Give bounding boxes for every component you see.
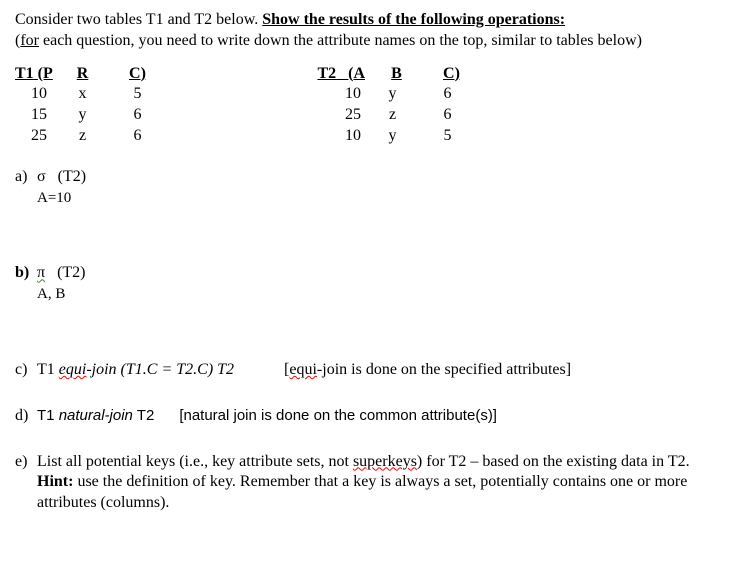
qe-p1: List all potential keys (i.e., key attri… (37, 453, 353, 470)
table-row: 25 z 6 (15, 126, 165, 147)
qb-label: b) (15, 263, 37, 284)
t2-r0c0: 10 (295, 84, 365, 105)
intro-text-2c: each question, you need to write down th… (39, 32, 642, 49)
qc-join: -join (T1.C = T2.C) T2 (86, 361, 234, 378)
question-c: c)T1 equi-join (T1.C = T2.C) T2[equi-joi… (15, 360, 737, 381)
table-t1: T1 (P R C) 10 x 5 15 y 6 25 z 6 (15, 64, 165, 147)
question-a: a) σ (T2) A=10 (15, 167, 737, 209)
intro-text-1a: Consider two tables T1 and T2 below. (15, 11, 262, 28)
t1-r0c2: 5 (110, 84, 165, 105)
intro-line-1: Consider two tables T1 and T2 below. Sho… (15, 10, 737, 31)
t2-h1: B (369, 64, 424, 85)
qc-body: T1 equi-join (T1.C = T2.C) T2 (37, 361, 234, 378)
qc-equi: equi (59, 361, 87, 378)
qa-label: a) (15, 167, 37, 188)
qa-sigma: σ (37, 168, 46, 185)
qc-note-equi: equi (289, 361, 317, 378)
qd-t2: T2 (133, 407, 154, 424)
t2-r2c0: 10 (295, 126, 365, 147)
t1-r0c1: x (55, 84, 110, 105)
intro-block: Consider two tables T1 and T2 below. Sho… (15, 10, 737, 52)
qc-label: c) (15, 360, 37, 381)
qb-body: π (T2) A, B (37, 263, 86, 305)
tables-row: T1 (P R C) 10 x 5 15 y 6 25 z 6 T2 (A B … (15, 64, 737, 147)
table-t2: T2 (A B C) 10 y 6 25 z 6 10 y 5 (295, 64, 479, 147)
t2-header: T2 (A B C) (295, 64, 479, 85)
t1-r0c0: 10 (15, 84, 55, 105)
t1-name: T1 (P (15, 64, 55, 85)
qd-nj: natural-join (59, 407, 133, 424)
qa-cond: A=10 (37, 190, 71, 206)
qe-p2: ) for T2 – based on the existing data in… (417, 453, 690, 470)
qb-pi: π (37, 264, 45, 281)
t2-h2: C) (424, 64, 479, 85)
qd-label: d) (15, 406, 37, 427)
qd-note: [natural join is done on the common attr… (179, 407, 497, 424)
table-row: 10 y 5 (295, 126, 479, 147)
t2-r0c2: 6 (420, 84, 475, 105)
qa-arg: (T2) (58, 168, 86, 185)
qc-t1: T1 (37, 361, 59, 378)
question-b: b) π (T2) A, B (15, 263, 737, 305)
qc-note: [equi-join is done on the specified attr… (284, 361, 571, 378)
qe-superkeys: superkeys (353, 453, 417, 470)
qd-body: T1 natural-join T2 (37, 407, 154, 424)
t1-h1: R (55, 64, 110, 85)
t1-r2c0: 25 (15, 126, 55, 147)
t1-r2c1: z (55, 126, 110, 147)
table-row: 10 y 6 (295, 84, 479, 105)
t2-r2c1: y (365, 126, 420, 147)
t2-r1c0: 25 (295, 105, 365, 126)
t1-header: T1 (P R C) (15, 64, 165, 85)
qe-hint: Hint: (37, 473, 73, 490)
t1-r1c2: 6 (110, 105, 165, 126)
qa-body: σ (T2) A=10 (37, 167, 86, 209)
qe-body: List all potential keys (i.e., key attri… (37, 452, 717, 514)
qb-arg: (T2) (57, 264, 85, 281)
t1-r1c1: y (55, 105, 110, 126)
qe-label: e) (15, 452, 37, 473)
qb-cols: A, B (37, 286, 65, 302)
t1-r1c0: 15 (15, 105, 55, 126)
t2-r2c2: 5 (420, 126, 475, 147)
qd-t1: T1 (37, 407, 59, 424)
question-d: d)T1 natural-join T2 [natural join is don… (15, 406, 737, 427)
intro-for: for (20, 32, 39, 49)
qe-p3: use the definition of key. Remember that… (37, 473, 687, 511)
table-row: 15 y 6 (15, 105, 165, 126)
intro-line-2: (for each question, you need to write do… (15, 31, 737, 52)
table-row: 25 z 6 (295, 105, 479, 126)
t2-name: T2 (A (295, 64, 369, 85)
t1-h2: C) (110, 64, 165, 85)
question-e: e)List all potential keys (i.e., key att… (15, 452, 737, 514)
t2-r1c2: 6 (420, 105, 475, 126)
intro-text-1b: Show the results of the following operat… (262, 11, 565, 28)
table-row: 10 x 5 (15, 84, 165, 105)
t2-r0c1: y (365, 84, 420, 105)
t1-r2c2: 6 (110, 126, 165, 147)
t2-r1c1: z (365, 105, 420, 126)
